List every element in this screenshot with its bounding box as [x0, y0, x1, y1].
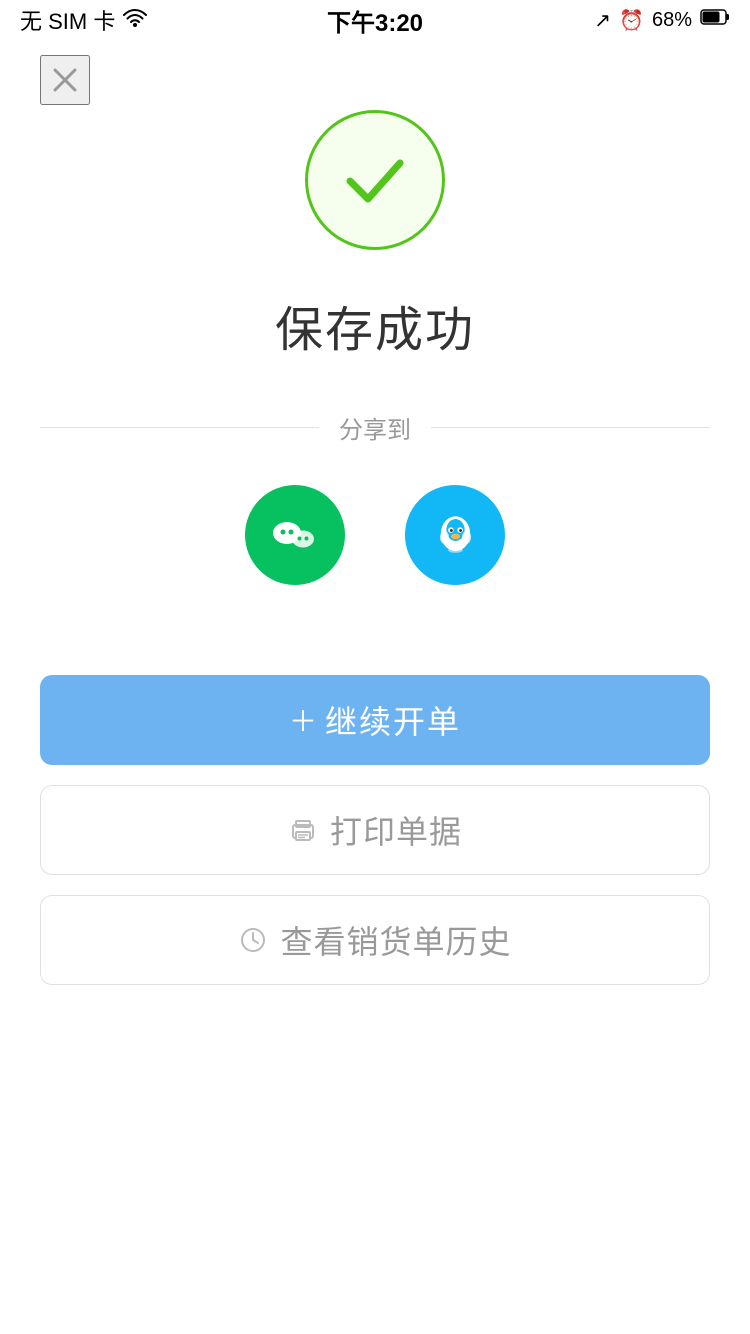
main-content: 保存成功 分享到: [0, 40, 750, 985]
battery-icon: [700, 8, 730, 32]
success-title: 保存成功: [275, 290, 475, 360]
location-icon: ↗: [594, 8, 611, 33]
status-time: 下午3:20: [327, 3, 423, 38]
share-label: 分享到: [319, 410, 431, 445]
print-icon: [288, 815, 318, 845]
print-label: 打印单据: [330, 807, 462, 853]
success-circle: [305, 110, 445, 250]
status-left: 无 SIM 卡: [20, 4, 147, 36]
battery-percent: 68%: [652, 9, 692, 32]
history-button[interactable]: 查看销货单历史: [40, 895, 710, 985]
status-bar: 无 SIM 卡 下午3:20 ↗ ⏰ 68%: [0, 0, 750, 40]
continue-icon: ＋: [289, 700, 318, 740]
share-divider: 分享到: [40, 410, 710, 445]
wechat-share-button[interactable]: [245, 485, 345, 585]
close-button[interactable]: [40, 55, 90, 105]
qq-share-button[interactable]: [405, 485, 505, 585]
alarm-icon: ⏰: [619, 8, 644, 33]
status-right: ↗ ⏰ 68%: [594, 8, 730, 33]
no-sim-label: 无 SIM 卡: [20, 4, 115, 36]
share-icons: [40, 485, 710, 585]
wifi-icon: [123, 7, 147, 33]
continue-label: 继续开单: [325, 697, 461, 743]
action-buttons: ＋ 继续开单 打印单据: [0, 675, 750, 985]
continue-button[interactable]: ＋ 继续开单: [40, 675, 710, 765]
share-section: 分享到: [0, 410, 750, 645]
history-icon: [238, 925, 268, 955]
print-button[interactable]: 打印单据: [40, 785, 710, 875]
history-label: 查看销货单历史: [280, 917, 511, 963]
